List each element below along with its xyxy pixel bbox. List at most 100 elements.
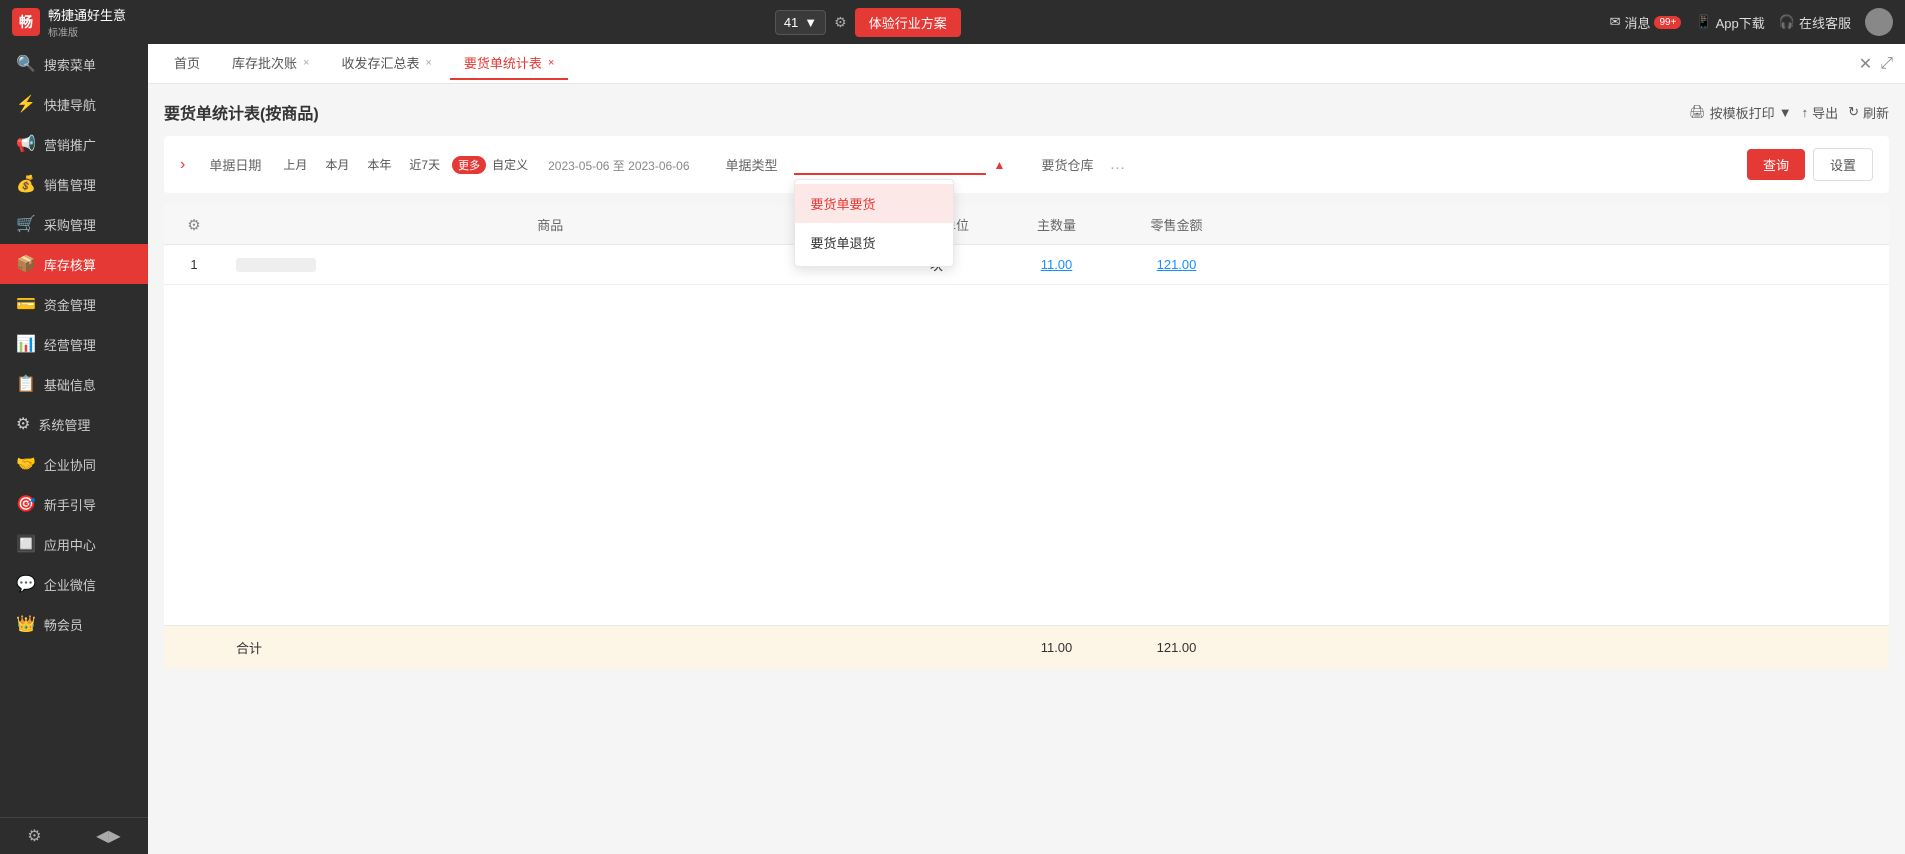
total-label: 合计 — [224, 626, 877, 669]
th-settings[interactable]: ⚙ — [164, 205, 224, 244]
sidebar-icon: 📦 — [16, 254, 36, 274]
settings-button[interactable]: 设置 — [1813, 148, 1873, 181]
table-row: 1 块 11.00 121.00 — [164, 245, 1889, 285]
date-btn-this-year[interactable]: 本年 — [361, 154, 397, 175]
topbar-gear-icon[interactable]: ⚙ — [834, 14, 847, 31]
collapse-icon[interactable]: ◀▶ — [96, 826, 121, 846]
sidebar-item-资金管理[interactable]: 💳 资金管理 — [0, 284, 148, 324]
tab-close-all-icon[interactable]: ✕ — [1859, 54, 1872, 74]
topbar-center: 41 ▼ ⚙ 体验行业方案 — [775, 8, 961, 37]
dropdown-option-2[interactable]: 要货单退货 — [795, 223, 953, 262]
type-label: 单据类型 — [726, 155, 778, 174]
sidebar-item-库存核算[interactable]: 📦 库存核算 — [0, 244, 148, 284]
sidebar-item-基础信息[interactable]: 📋基础信息 — [0, 364, 148, 404]
sidebar-item-新手引导[interactable]: 🎯新手引导 — [0, 484, 148, 524]
sidebar-icon: 👑 — [16, 614, 36, 634]
query-button[interactable]: 查询 — [1747, 149, 1805, 180]
sidebar-label: 营销推广 — [44, 135, 96, 154]
app-brand: 畅捷通好生意 标准版 — [48, 5, 126, 39]
th-extra — [1237, 205, 1890, 244]
messages-item[interactable]: ✉ 消息 99+ — [1610, 13, 1682, 32]
print-button[interactable]: 🖨 按模板打印 ▼ — [1689, 103, 1791, 122]
sidebar-icon: 💬 — [16, 574, 36, 594]
cell-amount: 121.00 — [1117, 245, 1237, 284]
date-btn-last-7days[interactable]: 近7天 — [403, 154, 446, 175]
topbar: 畅 畅捷通好生意 标准版 41 ▼ ⚙ 体验行业方案 ✉ 消息 99+ 📱 Ap… — [0, 0, 1905, 44]
app-logo: 畅 — [12, 8, 40, 36]
tab-expand-icon[interactable]: ⤢ — [1880, 55, 1893, 73]
sidebar-icon: 🔲 — [16, 534, 36, 554]
table-header: ⚙ 商品 主计量单位 主数量 零售金额 — [164, 205, 1889, 245]
th-amount: 零售金额 — [1117, 205, 1237, 244]
sidebar-item-采购管理[interactable]: 🛒采购管理 — [0, 204, 148, 244]
settings-icon[interactable]: ⚙ — [27, 826, 41, 846]
service-icon: 🎧 — [1779, 14, 1795, 30]
sidebar-item-营销推广[interactable]: 📢营销推广 — [0, 124, 148, 164]
amount-link[interactable]: 121.00 — [1157, 257, 1197, 272]
sidebar-icon: 🛒 — [16, 214, 36, 234]
online-service-item[interactable]: 🎧 在线客服 — [1779, 13, 1851, 32]
app-download-item[interactable]: 📱 App下载 — [1695, 13, 1764, 32]
warehouse-more-icon[interactable]: … — [1109, 156, 1125, 174]
page-content: 要货单统计表(按商品) 🖨 按模板打印 ▼ ↑ 导出 ↻ 刷新 — [148, 84, 1905, 854]
sidebar-item-经营管理[interactable]: 📊 经营管理 — [0, 324, 148, 364]
quantity-link[interactable]: 11.00 — [1041, 257, 1073, 272]
sidebar-label: 资金管理 — [44, 295, 96, 314]
total-extra — [1237, 626, 1890, 669]
tab-首页[interactable]: 首页 — [160, 47, 214, 80]
type-input[interactable] — [794, 154, 986, 175]
date-btn-custom[interactable]: 自定义 — [492, 156, 528, 173]
sidebar-label: 销售管理 — [44, 175, 96, 194]
sidebar-item-畅会员[interactable]: 👑畅会员 — [0, 604, 148, 644]
tab-bar-right: ✕ ⤢ — [1859, 54, 1893, 74]
tab-close-icon[interactable]: × — [425, 57, 431, 69]
sidebar-icon: 📊 — [16, 334, 36, 354]
refresh-button[interactable]: ↻ 刷新 — [1848, 103, 1889, 122]
date-btn-last-month[interactable]: 上月 — [277, 154, 313, 175]
sidebar-item-系统管理[interactable]: ⚙系统管理 — [0, 404, 148, 444]
sidebar-icon: 💳 — [16, 294, 36, 314]
page-actions: 🖨 按模板打印 ▼ ↑ 导出 ↻ 刷新 — [1689, 103, 1889, 122]
avatar[interactable] — [1865, 8, 1893, 36]
cell-product — [224, 245, 877, 284]
store-selector[interactable]: 41 ▼ — [775, 10, 826, 35]
dropdown-option-1[interactable]: 要货单要货 — [795, 184, 953, 223]
sidebar: 🔍搜索菜单⚡快捷导航📢营销推广💰销售管理🛒采购管理 📦 库存核算 💳 资金管理 📊 经营管理… — [0, 44, 148, 854]
tab-库存批次账[interactable]: 库存批次账× — [218, 47, 323, 80]
tab-要货单统计表[interactable]: 要货单统计表 × — [450, 47, 568, 80]
expand-filter-icon[interactable]: › — [180, 156, 185, 174]
sidebar-label: 基础信息 — [44, 375, 96, 394]
tab-close-icon[interactable]: × — [303, 57, 309, 69]
sidebar-label: 系统管理 — [38, 415, 90, 434]
tab-label: 要货单统计表 — [464, 53, 542, 72]
sidebar-label: 经营管理 — [44, 335, 96, 354]
page-header: 要货单统计表(按商品) 🖨 按模板打印 ▼ ↑ 导出 ↻ 刷新 — [164, 100, 1889, 124]
sidebar-item-快捷导航[interactable]: ⚡快捷导航 — [0, 84, 148, 124]
type-dropdown-arrow[interactable]: ▲ — [994, 158, 1006, 172]
th-quantity: 主数量 — [997, 205, 1117, 244]
sidebar-item-企业微信[interactable]: 💬企业微信 — [0, 564, 148, 604]
refresh-icon: ↻ — [1848, 104, 1859, 120]
total-row: 合计 11.00 121.00 — [164, 625, 1889, 669]
cell-index: 1 — [164, 245, 224, 284]
sidebar-item-搜索菜单[interactable]: 🔍搜索菜单 — [0, 44, 148, 84]
warehouse-selector[interactable]: … — [1109, 156, 1125, 174]
sidebar-label: 库存核算 — [44, 255, 96, 274]
tab-close-icon[interactable]: × — [548, 57, 554, 69]
trial-button[interactable]: 体验行业方案 — [855, 8, 961, 37]
type-selector-container: ▲ 要货单要货 要货单退货 — [794, 154, 1006, 175]
empty-area — [164, 285, 1889, 625]
topbar-right: ✉ 消息 99+ 📱 App下载 🎧 在线客服 — [1610, 8, 1893, 36]
type-selector[interactable]: ▲ — [794, 154, 1006, 175]
tab-收发存汇总表[interactable]: 收发存汇总表× — [327, 47, 445, 80]
sidebar-item-应用中心[interactable]: 🔲应用中心 — [0, 524, 148, 564]
sidebar-item-销售管理[interactable]: 💰销售管理 — [0, 164, 148, 204]
date-btn-this-month[interactable]: 本月 — [319, 154, 355, 175]
sidebar-scroll: 🔍搜索菜单⚡快捷导航📢营销推广💰销售管理🛒采购管理 📦 库存核算 💳 资金管理 📊 经营管理… — [0, 44, 148, 817]
date-btn-more[interactable]: 更多 — [452, 156, 486, 174]
export-button[interactable]: ↑ 导出 — [1802, 103, 1839, 122]
type-dropdown-menu: 要货单要货 要货单退货 — [794, 179, 954, 267]
column-settings-icon[interactable]: ⚙ — [187, 216, 200, 234]
content-area: 首页库存批次账×收发存汇总表× 要货单统计表 × ✕ ⤢ 要货单统计表(按商品) 🖨… — [148, 44, 1905, 854]
sidebar-item-企业协同[interactable]: 🤝企业协同 — [0, 444, 148, 484]
